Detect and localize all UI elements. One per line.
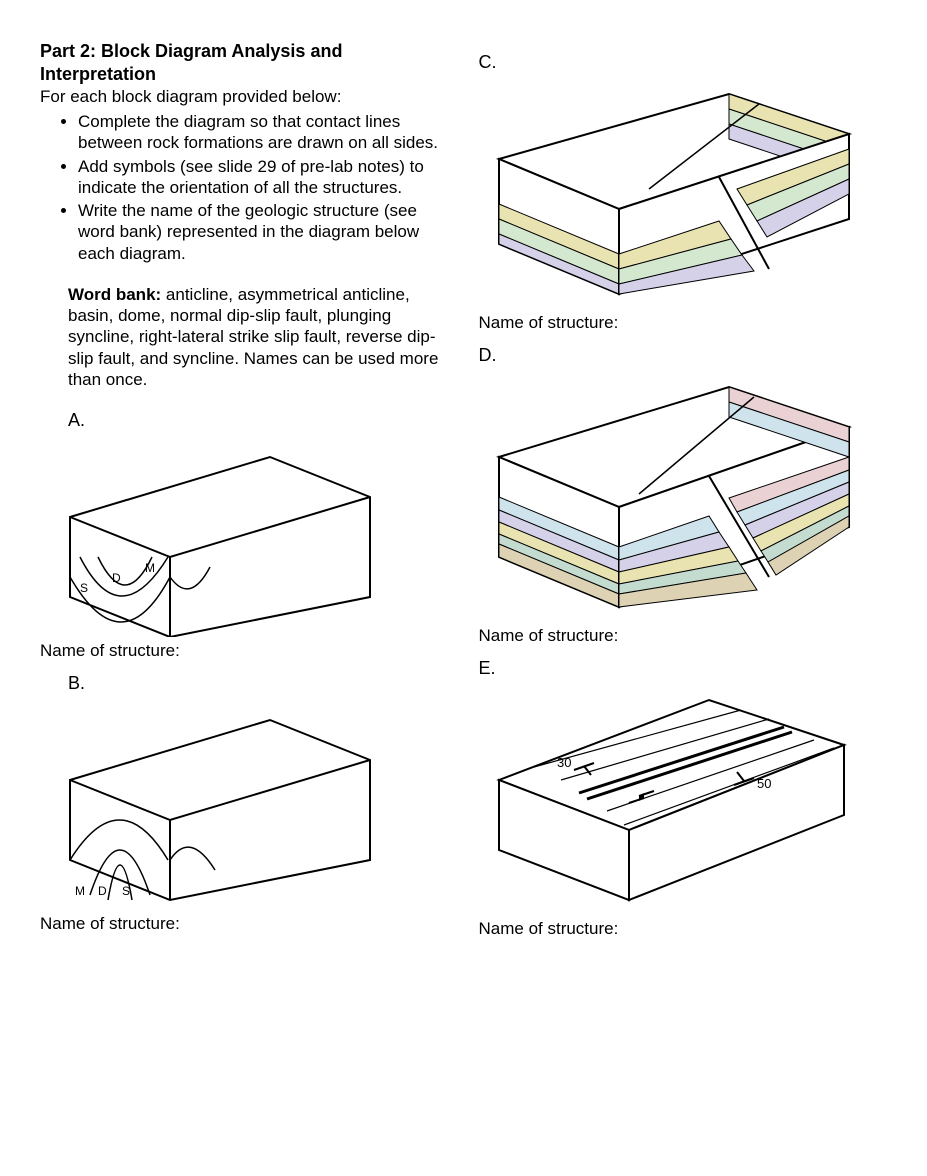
- instruction-item: Complete the diagram so that contact lin…: [78, 111, 449, 154]
- letter-s: S: [122, 884, 130, 898]
- instruction-item: Write the name of the geologic structure…: [78, 200, 449, 264]
- block-diagram-a-svg: S D M: [40, 437, 380, 637]
- instruction-list: Complete the diagram so that contact lin…: [40, 111, 449, 264]
- block-diagram-e-svg: 30 50: [479, 685, 859, 915]
- caption-c: Name of structure:: [479, 313, 888, 333]
- diagram-a: S D M Name of structure:: [40, 437, 449, 661]
- dip-label-right: 50: [757, 776, 771, 791]
- caption-a: Name of structure:: [40, 641, 449, 661]
- label-d: D.: [479, 345, 888, 366]
- dip-label-left: 30: [557, 755, 571, 770]
- diagram-c: Name of structure:: [479, 79, 888, 333]
- label-a: A.: [40, 410, 449, 431]
- letter-d: D: [112, 571, 121, 585]
- right-column: C.: [479, 40, 888, 949]
- block-diagram-d-svg: [479, 372, 859, 622]
- intro-text: For each block diagram provided below:: [40, 87, 449, 107]
- letter-m: M: [145, 561, 155, 575]
- word-bank: Word bank: anticline, asymmetrical antic…: [40, 284, 449, 390]
- caption-b: Name of structure:: [40, 914, 449, 934]
- diagram-d: Name of structure:: [479, 372, 888, 646]
- label-b: B.: [40, 673, 449, 694]
- caption-d: Name of structure:: [479, 626, 888, 646]
- section-title: Part 2: Block Diagram Analysis and Inter…: [40, 40, 449, 85]
- word-bank-label: Word bank:: [68, 285, 161, 304]
- page: Part 2: Block Diagram Analysis and Inter…: [40, 40, 887, 949]
- block-diagram-b-svg: M D S: [40, 700, 380, 910]
- instruction-item: Add symbols (see slide 29 of pre-lab not…: [78, 156, 449, 199]
- letter-s: S: [80, 581, 88, 595]
- block-diagram-c-svg: [479, 79, 859, 309]
- diagram-b: M D S Name of structure:: [40, 700, 449, 934]
- label-e: E.: [479, 658, 888, 679]
- letter-d: D: [98, 884, 107, 898]
- diagram-e: 30 50 Name of structure:: [479, 685, 888, 939]
- left-column: Part 2: Block Diagram Analysis and Inter…: [40, 40, 449, 949]
- letter-m: M: [75, 884, 85, 898]
- label-c: C.: [479, 52, 888, 73]
- caption-e: Name of structure:: [479, 919, 888, 939]
